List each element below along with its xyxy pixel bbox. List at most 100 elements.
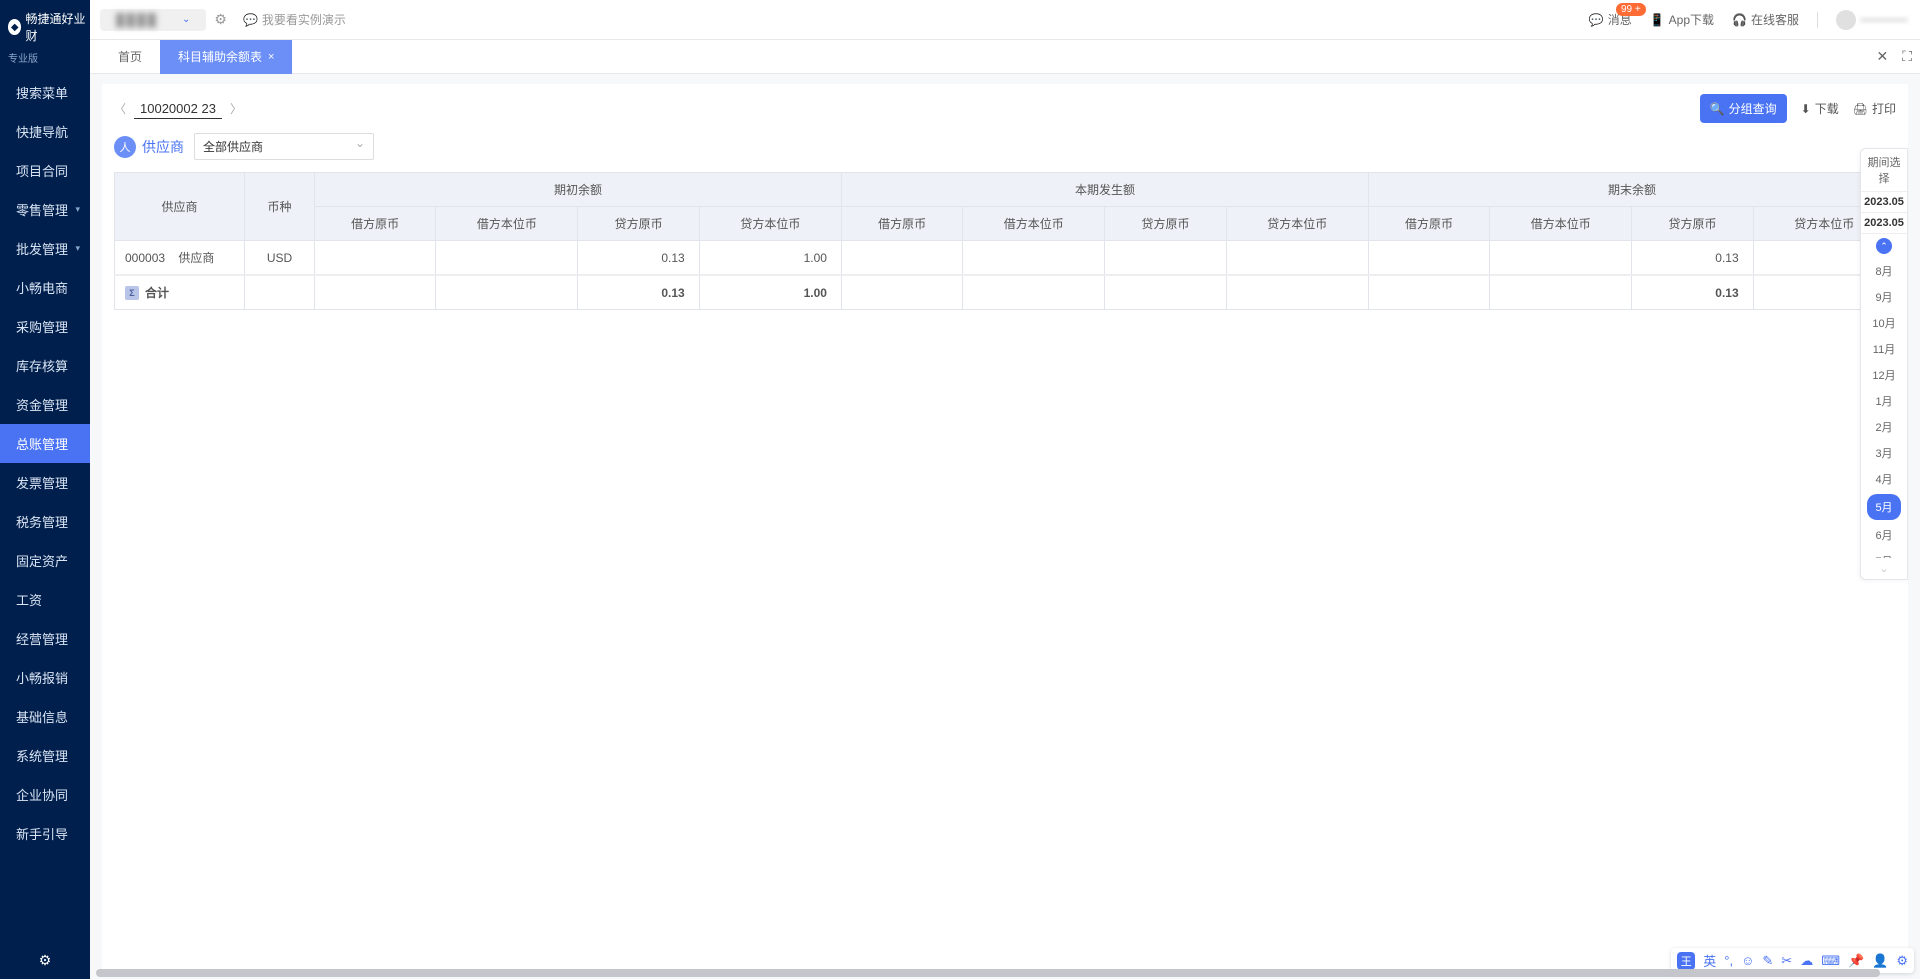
period-month-item[interactable]: 4月 (1861, 466, 1907, 492)
supplier-select-value: 全部供应商 (203, 140, 263, 154)
headset-icon: 🎧 (1732, 13, 1747, 27)
nav-item[interactable]: 发票管理 (0, 463, 90, 502)
ime-scissors-icon[interactable]: ✂ (1781, 953, 1792, 969)
nav-item[interactable]: 小畅报销 (0, 658, 90, 697)
tab-home-label: 首页 (118, 48, 142, 65)
supplier-select[interactable]: 全部供应商 (194, 133, 374, 160)
nav-item[interactable]: 搜索菜单 (0, 73, 90, 112)
tenant-select[interactable]: ████ ⌄ (100, 9, 206, 31)
period-month-item[interactable]: 12月 (1861, 362, 1907, 388)
nav-item[interactable]: 项目合同 (0, 151, 90, 190)
ime-pin-icon[interactable]: 📌 (1848, 953, 1864, 969)
ime-edit-icon[interactable]: ✎ (1762, 953, 1773, 969)
nav-item[interactable]: 系统管理 (0, 736, 90, 775)
nav-item[interactable]: 新手引导 (0, 814, 90, 853)
cell-supplier: 000003 供应商 (115, 241, 245, 276)
print-button[interactable]: 🖨 打印 (1853, 100, 1896, 117)
sidebar: 畅捷通好业财 专业版 搜索菜单快捷导航项目合同零售管理▾批发管理▾小畅电商采购管… (0, 0, 90, 979)
nav-item[interactable]: 采购管理 (0, 307, 90, 346)
period-selector: 期间选择 2023.05 2023.05 ⌃ 8月9月10月11月12月1月20… (1860, 148, 1908, 580)
phone-icon: 📱 (1650, 13, 1665, 27)
user-menu[interactable] (1836, 10, 1908, 30)
period-month-item[interactable]: 11月 (1861, 336, 1907, 362)
account-code-input[interactable]: 10020002 23 (134, 99, 222, 119)
brand-name: 畅捷通好业财 (25, 10, 86, 44)
ime-person-icon[interactable]: 👤 (1872, 953, 1888, 969)
avatar (1836, 10, 1856, 30)
period-scroll-down[interactable]: ⌄ (1861, 558, 1907, 579)
period-month-item[interactable]: 3月 (1861, 440, 1907, 466)
period-month-item[interactable]: 5月 (1867, 494, 1901, 520)
ime-gear-icon[interactable]: ⚙ (1896, 953, 1908, 969)
download-button[interactable]: ⬇ 下载 (1801, 100, 1839, 117)
period-month-item[interactable]: 10月 (1861, 310, 1907, 336)
table-row-total: Σ合计 0.13 1.00 0.13 (115, 275, 1896, 310)
supplier-label: 供应商 (142, 137, 184, 157)
app-download-button[interactable]: 📱 App下载 (1650, 11, 1714, 28)
th-e-dr-base: 借方本位币 (1490, 207, 1632, 241)
download-icon: ⬇ (1801, 102, 1811, 116)
close-icon[interactable]: × (268, 51, 274, 63)
ime-cloud-icon[interactable]: ☁ (1800, 953, 1813, 969)
nav-item[interactable]: 工资 (0, 580, 90, 619)
online-service-button[interactable]: 🎧 在线客服 (1732, 11, 1799, 28)
period-month-item[interactable]: 1月2023 (1861, 388, 1907, 414)
tab-home[interactable]: 首页 (100, 40, 160, 74)
sidebar-settings[interactable]: ⚙ (0, 942, 90, 979)
next-account-button[interactable]: 〉 (230, 100, 242, 117)
ime-keyboard-icon[interactable]: ⌨ (1821, 953, 1840, 969)
horizontal-scrollbar[interactable] (96, 969, 1916, 977)
nav-item[interactable]: 经营管理 (0, 619, 90, 658)
th-e-cr-orig: 贷方原币 (1632, 207, 1753, 241)
ime-lang[interactable]: 英 (1703, 951, 1716, 970)
supplier-tag: 人 供应商 (114, 136, 184, 158)
tabs-row: 首页 科目辅助余额表 × ✕ ⛶ (0, 40, 1920, 74)
ime-badge[interactable]: 王 (1677, 952, 1695, 970)
messages-button[interactable]: 💬 消息 99 + (1589, 11, 1632, 28)
close-all-icon[interactable]: ✕ (1876, 48, 1888, 65)
group-query-button[interactable]: 🔍 分组查询 (1700, 94, 1787, 123)
nav-item[interactable]: 小畅电商 (0, 268, 90, 307)
cell-e-cr-orig: 0.13 (1632, 241, 1753, 276)
cell-total-o-cr-orig: 0.13 (578, 275, 699, 310)
nav-item[interactable]: 库存核算 (0, 346, 90, 385)
period-month-item[interactable]: 2月 (1861, 414, 1907, 440)
demo-link[interactable]: 💬 我要看实例演示 (243, 11, 346, 28)
cell-total-e-cr-orig: 0.13 (1632, 275, 1753, 310)
tenant-name: ████ (116, 13, 158, 27)
search-icon: 🔍 (1710, 102, 1725, 116)
period-month-item[interactable]: 6月 (1861, 522, 1907, 548)
period-month-item[interactable]: 8月 (1861, 258, 1907, 284)
nav-item[interactable]: 批发管理▾ (0, 229, 90, 268)
ime-punct-icon[interactable]: °, (1724, 953, 1733, 968)
nav-item[interactable]: 资金管理 (0, 385, 90, 424)
nav-item[interactable]: 基础信息 (0, 697, 90, 736)
table-row[interactable]: 000003 供应商 USD 0.13 1.00 0.13 (115, 241, 1896, 276)
prev-account-button[interactable]: 〈 (114, 100, 126, 117)
nav-item[interactable]: 企业协同 (0, 775, 90, 814)
query-label: 分组查询 (1729, 100, 1777, 117)
main-content: 〈 10020002 23 〉 🔍 分组查询 ⬇ 下载 🖨 打印 (90, 74, 1920, 979)
download-label: 下载 (1815, 100, 1839, 117)
caret-down-icon: ▾ (75, 243, 80, 254)
tab-active[interactable]: 科目辅助余额表 × (160, 40, 292, 74)
account-nav: 〈 10020002 23 〉 (114, 99, 242, 119)
period-month-item[interactable]: 7月 (1861, 548, 1907, 558)
period-scroll-up[interactable]: ⌃ (1861, 234, 1907, 258)
user-name (1860, 18, 1908, 22)
period-year-start[interactable]: 2023.05 (1861, 192, 1907, 213)
tab-active-label: 科目辅助余额表 (178, 48, 262, 65)
period-month-item[interactable]: 9月 (1861, 284, 1907, 310)
fullscreen-icon[interactable]: ⛶ (1902, 48, 1912, 65)
nav-item[interactable]: 固定资产 (0, 541, 90, 580)
period-year-end[interactable]: 2023.05 (1861, 213, 1907, 234)
nav-item[interactable]: 税务管理 (0, 502, 90, 541)
nav-item[interactable]: 快捷导航 (0, 112, 90, 151)
th-group-ending: 期末余额 (1368, 173, 1895, 207)
ime-emoji-icon[interactable]: ☺ (1741, 953, 1754, 968)
nav-item[interactable]: 零售管理▾ (0, 190, 90, 229)
header-gear-icon[interactable]: ⚙ (214, 11, 227, 28)
caret-down-icon: ▾ (75, 204, 80, 215)
nav-item[interactable]: 总账管理 (0, 424, 90, 463)
th-currency: 币种 (245, 173, 315, 241)
